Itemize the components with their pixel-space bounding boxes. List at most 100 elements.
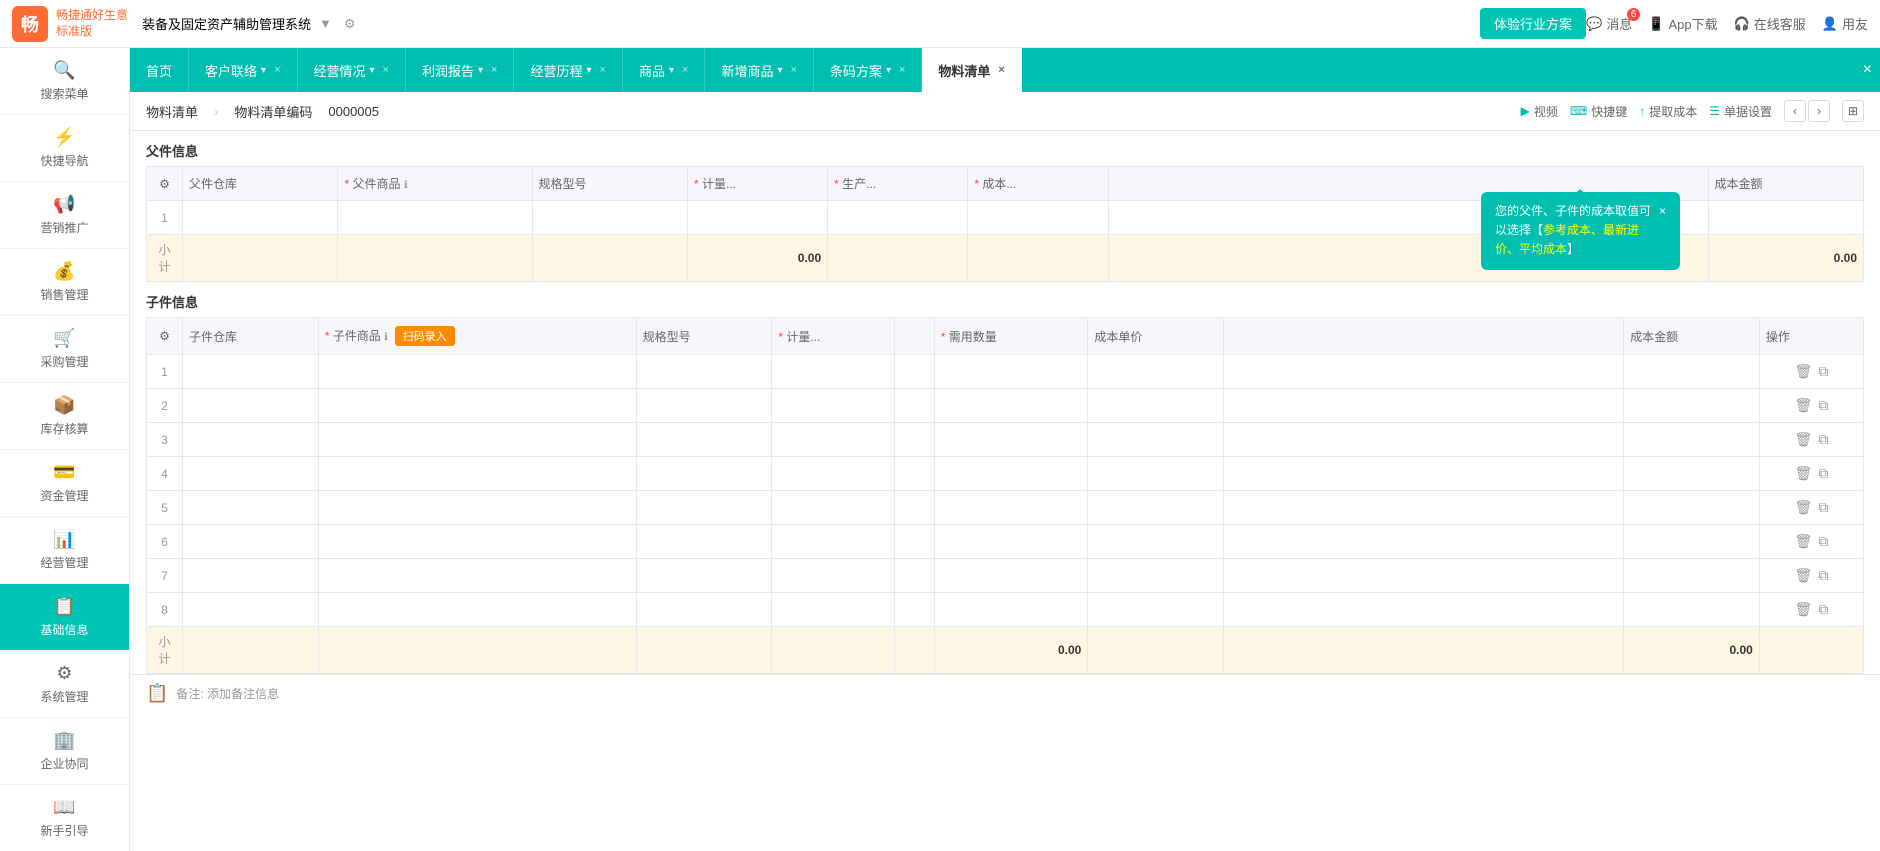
tab-material-list-close[interactable]: × xyxy=(998,64,1004,76)
delete-icon-5[interactable]: 🗑 xyxy=(1795,499,1813,516)
extract-cost-action[interactable]: ↑ 提取成本 xyxy=(1639,103,1697,120)
sidebar-label-search: 搜索菜单 xyxy=(40,85,88,102)
child-row-1-goods[interactable] xyxy=(318,355,636,389)
sidebar-label-inventory: 库存核算 xyxy=(40,420,88,437)
delete-icon-6[interactable]: 🗑 xyxy=(1795,533,1813,550)
sidebar-item-operations[interactable]: 📊 经营管理 xyxy=(0,517,129,584)
tab-goods-arrow: ▾ xyxy=(669,65,674,76)
settings-icon[interactable]: ⚙ xyxy=(344,16,356,32)
child-row-2-unit[interactable] xyxy=(772,389,894,423)
tab-add-goods-close[interactable]: × xyxy=(790,64,796,76)
copy-icon-5[interactable]: ⧉ xyxy=(1818,499,1828,516)
sidebar-item-quick-nav[interactable]: ⚡ 快捷导航 xyxy=(0,115,129,182)
sidebar-item-marketing[interactable]: 📢 营销推广 xyxy=(0,182,129,249)
parent-subtotal-cost: 0.00 xyxy=(687,235,827,282)
tab-operations-status[interactable]: 经营情况 ▾ × xyxy=(298,48,406,92)
parent-row-1-spec[interactable] xyxy=(532,201,687,235)
delete-icon-2[interactable]: 🗑 xyxy=(1795,397,1813,414)
sidebar-item-guide[interactable]: 📖 新手引导 xyxy=(0,785,129,851)
online-service-item[interactable]: 🎧 在线客服 xyxy=(1734,14,1806,33)
child-col-unit-price: 成本单价 xyxy=(1088,318,1224,355)
tab-goods-close[interactable]: × xyxy=(682,64,688,76)
dropdown-icon[interactable]: ▼ xyxy=(319,16,332,31)
sidebar-item-sales[interactable]: 💰 销售管理 xyxy=(0,249,129,316)
child-row-2-goods[interactable] xyxy=(318,389,636,423)
child-row-2: 2 🗑 xyxy=(147,389,1864,423)
sidebar-item-purchase[interactable]: 🛒 采购管理 xyxy=(0,316,129,383)
tab-operations-status-close[interactable]: × xyxy=(383,64,389,76)
nav-close-all[interactable]: × xyxy=(1855,61,1880,79)
child-row-1-spec[interactable] xyxy=(636,355,772,389)
sidebar-item-finance[interactable]: 💳 资金管理 xyxy=(0,450,129,517)
tab-barcode[interactable]: 条码方案 ▾ × xyxy=(814,48,922,92)
scan-btn[interactable]: 扫码录入 xyxy=(395,326,455,346)
bottom-bar-text[interactable]: 备注: 添加备注信息 xyxy=(176,685,279,702)
parent-row-1-unit[interactable] xyxy=(687,201,827,235)
tab-barcode-close[interactable]: × xyxy=(899,64,905,76)
sidebar-item-system[interactable]: ⚙ 系统管理 xyxy=(0,651,129,718)
parent-row-1-warehouse[interactable] xyxy=(183,201,338,235)
next-page-button[interactable]: › xyxy=(1808,100,1830,122)
tab-profit-report[interactable]: 利润报告 ▾ × xyxy=(406,48,514,92)
tab-add-goods[interactable]: 新增商品 ▾ × xyxy=(705,48,813,92)
tab-customer-close[interactable]: × xyxy=(274,64,280,76)
grid-view-button[interactable]: ⊞ xyxy=(1842,100,1864,122)
copy-icon-2[interactable]: ⧉ xyxy=(1818,397,1828,414)
child-row-2-spec[interactable] xyxy=(636,389,772,423)
child-row-8: 8 🗑⧉ xyxy=(147,593,1864,627)
delete-icon-7[interactable]: 🗑 xyxy=(1795,567,1813,584)
copy-icon-8[interactable]: ⧉ xyxy=(1818,601,1828,618)
single-settings-action[interactable]: ☰ 单据设置 xyxy=(1709,103,1772,120)
message-item[interactable]: 💬 消息 6 xyxy=(1586,14,1632,33)
parent-row-1-num: 1 xyxy=(147,201,183,235)
tab-material-list[interactable]: 物料清单 × xyxy=(922,48,1021,92)
sidebar-item-inventory[interactable]: 📦 库存核算 xyxy=(0,383,129,450)
delete-icon-4[interactable]: 🗑 xyxy=(1795,465,1813,482)
child-row-1-qty[interactable] xyxy=(934,355,1088,389)
tab-home[interactable]: 首页 xyxy=(130,48,189,92)
copy-icon-3[interactable]: ⧉ xyxy=(1818,431,1828,448)
child-row-1-unit-price[interactable] xyxy=(1088,355,1224,389)
copy-icon-4[interactable]: ⧉ xyxy=(1818,465,1828,482)
sidebar-item-enterprise[interactable]: 🏢 企业协同 xyxy=(0,718,129,785)
prev-page-button[interactable]: ‹ xyxy=(1784,100,1806,122)
tooltip-close-button[interactable]: × xyxy=(1659,202,1666,221)
extract-cost-label: 提取成本 xyxy=(1649,103,1697,120)
app-download-item[interactable]: 📱 App下载 xyxy=(1648,14,1717,33)
tab-customer[interactable]: 客户联络 ▾ × xyxy=(189,48,297,92)
child-row-1-unit[interactable] xyxy=(772,355,894,389)
copy-icon-6[interactable]: ⧉ xyxy=(1818,533,1828,550)
child-col-settings[interactable]: ⚙ xyxy=(147,318,183,355)
tab-goods[interactable]: 商品 ▾ × xyxy=(623,48,705,92)
copy-icon-7[interactable]: ⧉ xyxy=(1818,567,1828,584)
search-icon: 🔍 xyxy=(53,60,75,81)
child-subtotal-label: 小计 xyxy=(147,627,183,674)
view-action[interactable]: ▶ 视频 xyxy=(1521,103,1558,120)
tab-operations-history-close[interactable]: × xyxy=(600,64,606,76)
sidebar-label-marketing: 营销推广 xyxy=(40,219,88,236)
sidebar-item-search[interactable]: 🔍 搜索菜单 xyxy=(0,48,129,115)
parent-col-settings[interactable]: ⚙ xyxy=(147,167,183,201)
marketing-icon: 📢 xyxy=(53,194,75,215)
breadcrumb-material-list[interactable]: 物料清单 xyxy=(146,102,198,121)
shortcut-action[interactable]: ⌨ 快捷键 xyxy=(1570,103,1627,120)
parent-row-1-cost[interactable] xyxy=(968,201,1108,235)
user-item[interactable]: 👤 用友 xyxy=(1822,14,1868,33)
child-row-1-warehouse[interactable] xyxy=(183,355,319,389)
parent-row-1-goods[interactable] xyxy=(338,201,532,235)
copy-icon-1[interactable]: ⧉ xyxy=(1818,363,1828,380)
delete-icon-1[interactable]: 🗑 xyxy=(1795,363,1813,380)
child-row-2-unit-price[interactable] xyxy=(1088,389,1224,423)
delete-icon-8[interactable]: 🗑 xyxy=(1795,601,1813,618)
tab-profit-report-close[interactable]: × xyxy=(491,64,497,76)
user-label: 用友 xyxy=(1842,14,1868,33)
content-area: 首页 客户联络 ▾ × 经营情况 ▾ × 利润报告 ▾ × 经营历程 ▾ × xyxy=(130,48,1880,851)
delete-icon-3[interactable]: 🗑 xyxy=(1795,431,1813,448)
child-col-unit: * 计量... xyxy=(772,318,894,355)
parent-row-1-production[interactable] xyxy=(828,201,968,235)
tab-operations-history[interactable]: 经营历程 ▾ × xyxy=(514,48,622,92)
sidebar-item-basic-info[interactable]: 📋 基础信息 xyxy=(0,584,129,651)
child-row-2-warehouse[interactable] xyxy=(183,389,319,423)
trial-button[interactable]: 体验行业方案 xyxy=(1480,8,1586,39)
child-row-2-qty[interactable] xyxy=(934,389,1088,423)
